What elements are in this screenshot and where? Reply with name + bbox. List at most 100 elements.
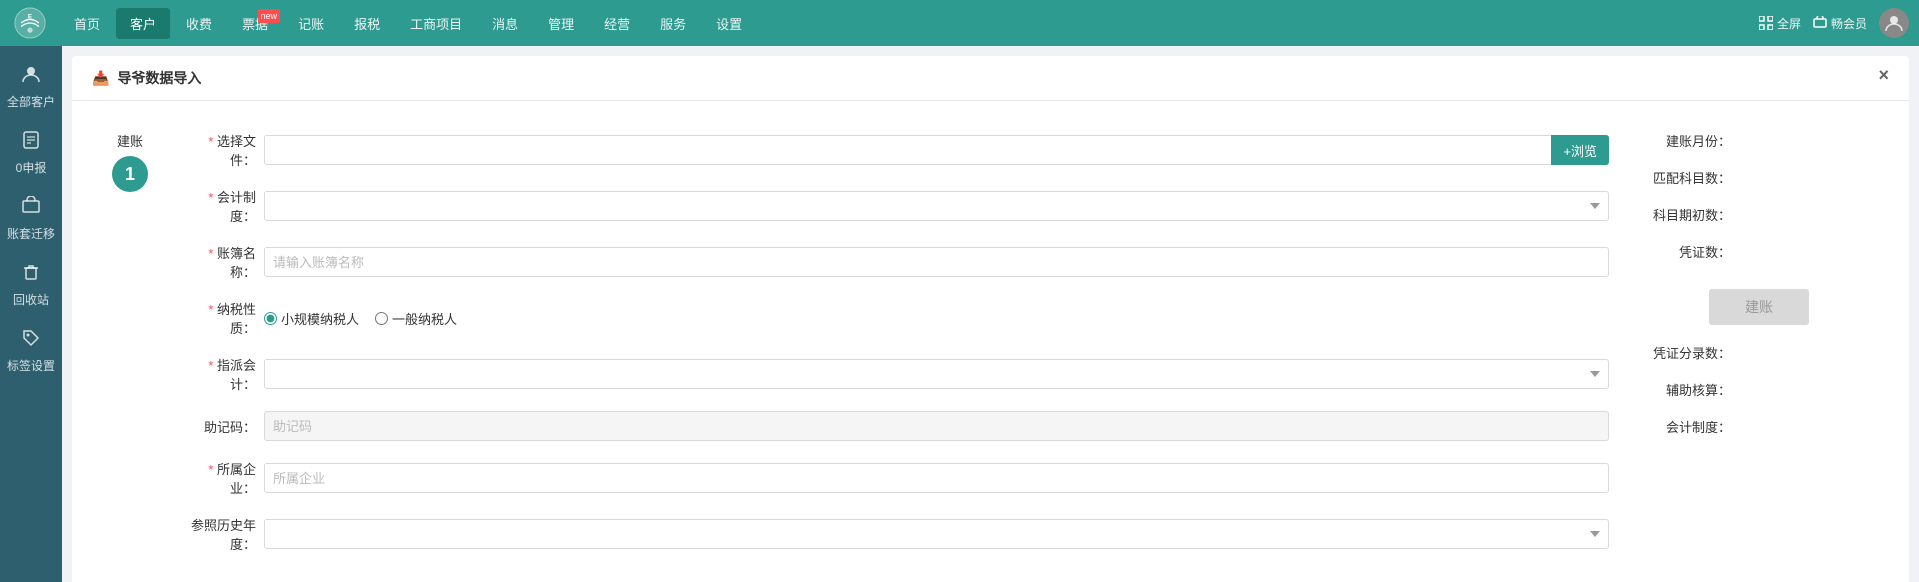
nav-items: 首页 客户 收费 票据 new 记账 报税 工商项目 消息 管理 经营 [60, 8, 1759, 39]
nav-item-business[interactable]: 工商项目 [396, 8, 476, 39]
radio-small-scale-input[interactable] [264, 312, 277, 325]
info-row-voucher: 凭证数： [1649, 242, 1869, 261]
member-label: 畅会员 [1831, 15, 1867, 32]
accountant-label: 指派会计： [184, 355, 264, 393]
new-badge: new [258, 9, 281, 23]
sidebar-item-label: 回收站 [13, 291, 49, 308]
info-row-init: 科目期初数： [1649, 205, 1869, 224]
nav-item-manage[interactable]: 管理 [534, 8, 588, 39]
account-migration-icon [21, 196, 41, 221]
content-area: 📥 导爷数据导入 × 建账 1 选择文件： [62, 46, 1919, 582]
info-match-label: 匹配科目数： [1649, 168, 1739, 187]
form-section: 选择文件： +浏览 会计制度： [184, 131, 1609, 571]
sidebar-item-all-customers[interactable]: 全部客户 [0, 54, 62, 120]
member-button[interactable]: 畅会员 [1813, 15, 1867, 32]
sidebar-item-tag-settings[interactable]: 标签设置 [0, 318, 62, 384]
accounting-label: 会计制度： [184, 187, 264, 225]
file-text-input[interactable] [264, 135, 1551, 165]
top-navigation: E 首页 客户 收费 票据 new 记账 报税 工商项目 消息 [0, 0, 1919, 46]
build-btn-container: 建账 [1649, 279, 1869, 325]
build-button[interactable]: 建账 [1709, 289, 1809, 325]
sidebar-item-account-migration[interactable]: 账套迁移 [0, 186, 62, 252]
radio-general-input[interactable] [375, 312, 388, 325]
company-label: 所属企业： [184, 459, 264, 497]
sidebar-item-label: 标签设置 [7, 357, 55, 374]
radio-small-scale-label: 小规模纳税人 [281, 309, 359, 328]
tag-settings-icon [21, 328, 41, 353]
sidebar-item-label: 账套迁移 [7, 225, 55, 242]
nav-item-invoice[interactable]: 票据 new [228, 8, 282, 39]
accountant-select[interactable] [264, 359, 1609, 389]
info-row-match: 匹配科目数： [1649, 168, 1869, 187]
step-circle: 1 [112, 156, 148, 192]
sidebar-item-recycle[interactable]: 回收站 [0, 252, 62, 318]
logo[interactable]: E [10, 3, 50, 43]
sidebar-item-declaration[interactable]: 0申报 [0, 120, 62, 186]
file-input-group: +浏览 [264, 135, 1609, 165]
nav-right: 全屏 畅会员 [1759, 8, 1909, 38]
form-row-accountant: 指派会计： [184, 355, 1609, 393]
dialog-title: 导爷数据导入 [117, 68, 201, 88]
form-row-history: 参照历史年度： [184, 515, 1609, 553]
radio-general-label: 一般纳税人 [392, 309, 457, 328]
dialog-body: 建账 1 选择文件： +浏览 [72, 101, 1909, 582]
file-label: 选择文件： [184, 131, 264, 169]
history-label: 参照历史年度： [184, 515, 264, 553]
memo-label: 助记码： [184, 417, 264, 436]
info-month-label: 建账月份： [1649, 131, 1739, 150]
dialog-card: 📥 导爷数据导入 × 建账 1 选择文件： [72, 56, 1909, 582]
dialog-header: 📥 导爷数据导入 × [72, 56, 1909, 101]
tax-type-label: 纳税性质： [184, 299, 264, 337]
info-accounting-system-label: 会计制度： [1649, 417, 1739, 436]
radio-group-tax: 小规模纳税人 一般纳税人 [264, 309, 1609, 328]
sidebar: 全部客户 0申报 账套迁移 回收站 标签设置 [0, 46, 62, 582]
info-voucher-entries-label: 凭证分录数： [1649, 343, 1739, 362]
info-voucher-label: 凭证数： [1649, 242, 1739, 261]
fullscreen-label: 全屏 [1777, 15, 1801, 32]
company-input[interactable] [264, 463, 1609, 493]
all-customers-icon [21, 64, 41, 89]
form-row-tax-type: 纳税性质： 小规模纳税人 一般纳税人 [184, 299, 1609, 337]
fullscreen-button[interactable]: 全屏 [1759, 15, 1801, 32]
nav-item-operation[interactable]: 经营 [590, 8, 644, 39]
form-row-company: 所属企业： [184, 459, 1609, 497]
info-row-month: 建账月份： [1649, 131, 1869, 150]
declaration-icon [21, 130, 41, 155]
nav-item-home[interactable]: 首页 [60, 8, 114, 39]
nav-item-billing[interactable]: 收费 [172, 8, 226, 39]
history-select[interactable] [264, 519, 1609, 549]
nav-item-message[interactable]: 消息 [478, 8, 532, 39]
form-row-file: 选择文件： +浏览 [184, 131, 1609, 169]
recycle-icon [21, 262, 41, 287]
info-init-label: 科目期初数： [1649, 205, 1739, 224]
form-row-ledger: 账簿名称： [184, 243, 1609, 281]
browse-button[interactable]: +浏览 [1551, 135, 1609, 165]
main-layout: 全部客户 0申报 账套迁移 回收站 标签设置 [0, 46, 1919, 582]
ledger-label: 账簿名称： [184, 243, 264, 281]
form-row-memo: 助记码： [184, 411, 1609, 441]
nav-item-settings[interactable]: 设置 [702, 8, 756, 39]
radio-general[interactable]: 一般纳税人 [375, 309, 457, 328]
info-row-voucher-entries: 凭证分录数： [1649, 343, 1869, 362]
step-label: 建账 [117, 131, 143, 150]
sidebar-item-label: 0申报 [16, 159, 47, 176]
sidebar-item-label: 全部客户 [7, 93, 55, 110]
accounting-select[interactable] [264, 191, 1609, 221]
close-button[interactable]: × [1878, 66, 1889, 84]
nav-item-bookkeeping[interactable]: 记账 [284, 8, 338, 39]
info-row-aux: 辅助核算： [1649, 380, 1869, 399]
info-section: 建账月份： 匹配科目数： 科目期初数： 凭证数： [1609, 131, 1869, 571]
avatar[interactable] [1879, 8, 1909, 38]
radio-small-scale[interactable]: 小规模纳税人 [264, 309, 359, 328]
info-aux-label: 辅助核算： [1649, 380, 1739, 399]
nav-item-customer[interactable]: 客户 [116, 8, 170, 39]
form-row-accounting: 会计制度： [184, 187, 1609, 225]
nav-item-tax[interactable]: 报税 [340, 8, 394, 39]
step-section: 建账 1 [112, 131, 164, 571]
info-row-accounting-system: 会计制度： [1649, 417, 1869, 436]
ledger-input[interactable] [264, 247, 1609, 277]
step-badge-container: 建账 1 [112, 131, 148, 192]
memo-input[interactable] [264, 411, 1609, 441]
nav-item-service[interactable]: 服务 [646, 8, 700, 39]
dialog-title-icon: 📥 [92, 70, 109, 87]
